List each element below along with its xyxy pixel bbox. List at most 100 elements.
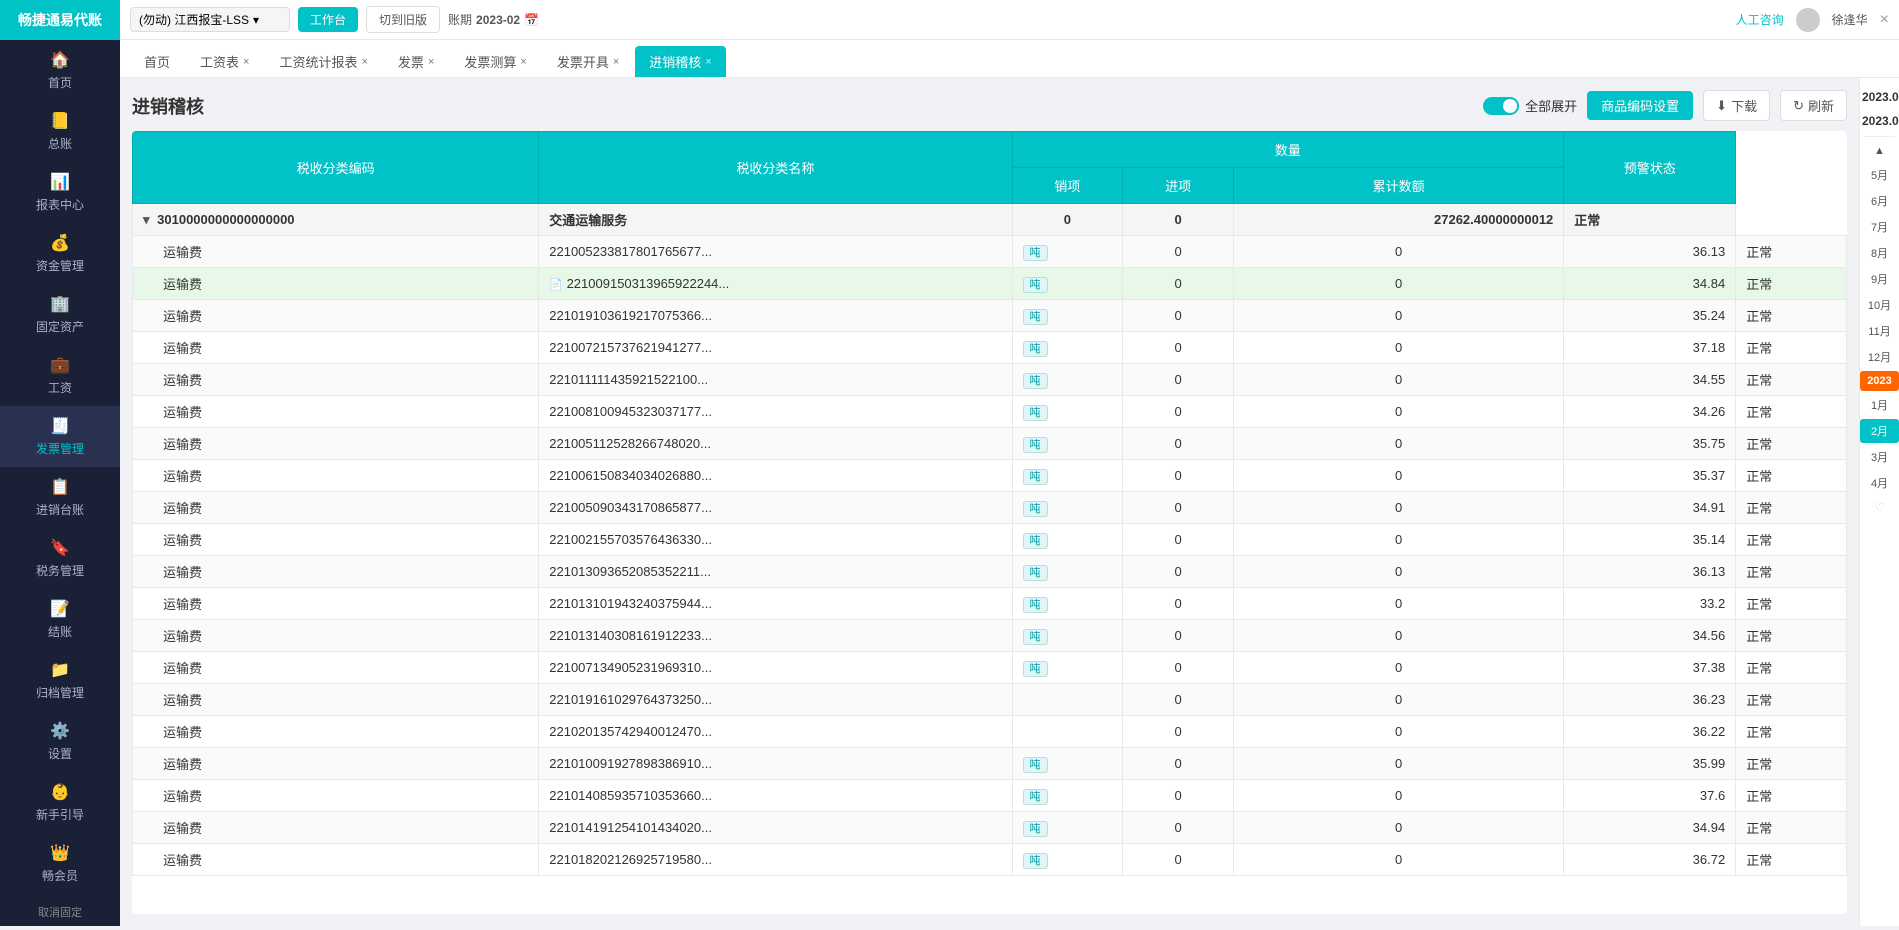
sidebar-item-purchase-label: 进销台账: [36, 501, 84, 518]
close-button[interactable]: ×: [1880, 11, 1889, 29]
expand-toggle[interactable]: 全部展开: [1483, 96, 1577, 115]
right-panel-month-11[interactable]: 11月: [1860, 319, 1899, 343]
page-content: 进销稽核 全部展开 商品编码设置 ⬇ 下载 ↻ 刷: [120, 78, 1859, 926]
right-panel-month-2[interactable]: 2月: [1860, 419, 1899, 443]
sidebar-item-payroll-label: 工资: [48, 379, 72, 396]
sidebar-item-report-center[interactable]: 📊 报表中心: [0, 162, 120, 223]
right-panel-month-8[interactable]: 8月: [1860, 241, 1899, 265]
row-purchase-1: 0: [1233, 268, 1563, 300]
right-panel-month-7[interactable]: 7月: [1860, 215, 1899, 239]
page-header: 进销稽核 全部展开 商品编码设置 ⬇ 下载 ↻ 刷: [132, 90, 1847, 121]
sidebar-item-tax-label: 税务管理: [36, 562, 84, 579]
tab-invoice-close[interactable]: ×: [428, 56, 434, 68]
tab-invoice-calc-close[interactable]: ×: [520, 56, 526, 68]
tab-purchase-sales-reconcile[interactable]: 进销稽核 ×: [635, 46, 725, 77]
tab-payroll[interactable]: 工资表 ×: [186, 46, 263, 77]
download-btn[interactable]: ⬇ 下载: [1703, 90, 1770, 121]
right-panel-month-1[interactable]: 1月: [1860, 393, 1899, 417]
sidebar-item-purchase-sales[interactable]: 📋 进销台账: [0, 467, 120, 528]
right-panel-month-9[interactable]: 9月: [1860, 267, 1899, 291]
company-selector[interactable]: (勿动) 江西报宝-LSS ▾: [130, 7, 290, 32]
report-icon: 📊: [50, 172, 70, 192]
calendar-icon[interactable]: 📅: [524, 13, 539, 27]
payroll-icon: 💼: [50, 355, 70, 375]
col-status: 预警状态: [1564, 132, 1736, 204]
tab-invoice[interactable]: 发票 ×: [384, 46, 448, 77]
table-row: 运输费 221018202126925719580... 吨 00 36.72正…: [133, 844, 1847, 876]
table-row: 运输费 221013101943240375944... 吨 00 33.2正常: [133, 588, 1847, 620]
download-label: 下载: [1731, 96, 1757, 115]
refresh-btn[interactable]: ↻ 刷新: [1780, 90, 1847, 121]
right-panel-year-2023[interactable]: 2023: [1860, 371, 1899, 391]
right-panel-month-6[interactable]: 6月: [1860, 189, 1899, 213]
tab-invoice-calc[interactable]: 发票测算 ×: [450, 46, 540, 77]
pin-toggle-label: 取消固定: [38, 904, 82, 920]
goods-code-btn[interactable]: 商品编码设置: [1587, 91, 1693, 120]
right-panel-month-5[interactable]: 5月: [1860, 163, 1899, 187]
tab-payroll-close[interactable]: ×: [243, 56, 249, 68]
table-row: 运输费 221005090343170865877... 吨 00 34.91正…: [133, 492, 1847, 524]
expand-icon[interactable]: ▾: [143, 212, 150, 227]
tab-home[interactable]: 首页: [130, 46, 184, 77]
support-button[interactable]: 人工咨询: [1736, 11, 1784, 28]
sidebar-item-home-label: 首页: [48, 74, 72, 91]
col-cumulative: 累计数额: [1233, 168, 1563, 204]
sidebar-item-invoice-mgmt[interactable]: 🧾 发票管理: [0, 406, 120, 467]
sidebar-item-member-label: 畅会员: [42, 867, 78, 884]
workbench-button[interactable]: 工作台: [298, 7, 358, 32]
sidebar-item-settings-label: 设置: [48, 745, 72, 762]
settings-icon: ⚙️: [50, 721, 70, 741]
archive-icon: 📁: [50, 660, 70, 680]
table-row: 运输费 221005233817801765677... 吨 0 0 36.13…: [133, 236, 1847, 268]
group-purchase: 0: [1123, 204, 1234, 236]
row-tag-0: 吨: [1012, 236, 1123, 268]
sidebar-item-home[interactable]: 🏠 首页: [0, 40, 120, 101]
sidebar-item-settings[interactable]: ⚙️ 设置: [0, 711, 120, 772]
sidebar-item-archive-label: 归档管理: [36, 684, 84, 701]
table-group-row: ▾ 3010000000000000000 交通运输服务 0 0 27262.4…: [133, 204, 1847, 236]
tab-payroll-report-close[interactable]: ×: [361, 56, 367, 68]
table-row: 运输费 221005112528266748020... 吨 00 35.75正…: [133, 428, 1847, 460]
right-panel-month-12[interactable]: 12月: [1860, 345, 1899, 369]
tab-home-label: 首页: [144, 52, 170, 71]
table-row: 运输费 221019161029764373250... 00 36.23正常: [133, 684, 1847, 716]
table-row: 运输费 221010091927898386910... 吨 00 35.99正…: [133, 748, 1847, 780]
toggle-track[interactable]: [1483, 97, 1519, 115]
sidebar-item-general-ledger[interactable]: 📒 总账: [0, 101, 120, 162]
page-title: 进销稽核: [132, 93, 204, 119]
right-panel-month-3[interactable]: 3月: [1860, 445, 1899, 469]
tab-invoice-issue-label: 发票开具: [557, 52, 609, 71]
user-name: 徐逢华: [1832, 11, 1868, 28]
right-panel-month-10[interactable]: 10月: [1860, 293, 1899, 317]
row-cumulative-1: 34.84: [1564, 268, 1736, 300]
sidebar-item-settlement[interactable]: 📝 结账: [0, 589, 120, 650]
sidebar-item-member[interactable]: 👑 畅会员: [0, 833, 120, 894]
col-quantity-group: 数量: [1012, 132, 1564, 168]
assets-icon: 🏢: [50, 294, 70, 314]
row-status-0: 正常: [1736, 236, 1847, 268]
sidebar-item-archive-mgmt[interactable]: 📁 归档管理: [0, 650, 120, 711]
sidebar-item-ledger-label: 总账: [48, 135, 72, 152]
switch-old-button[interactable]: 切到旧版: [366, 6, 440, 33]
tab-invoice-issue-close[interactable]: ×: [613, 56, 619, 68]
refresh-label: 刷新: [1808, 96, 1834, 115]
right-panel-up-arrow[interactable]: ▲: [1860, 141, 1899, 161]
sidebar-pin-toggle[interactable]: 取消固定: [0, 894, 120, 930]
user-avatar: [1796, 8, 1820, 32]
sidebar-item-fund-mgmt[interactable]: 💰 资金管理: [0, 223, 120, 284]
sidebar-item-new-guide[interactable]: 👶 新手引导: [0, 772, 120, 833]
sidebar-item-fixed-assets[interactable]: 🏢 固定资产: [0, 284, 120, 345]
row-sales-1: 0: [1123, 268, 1234, 300]
sidebar-item-payroll[interactable]: 💼 工资: [0, 345, 120, 406]
content-area: 进销稽核 全部展开 商品编码设置 ⬇ 下载 ↻ 刷: [120, 78, 1899, 926]
tab-reconcile-close[interactable]: ×: [705, 56, 711, 68]
tab-invoice-issue[interactable]: 发票开具 ×: [543, 46, 633, 77]
right-panel-month-4[interactable]: 4月: [1860, 471, 1899, 495]
sidebar-item-tax-mgmt[interactable]: 🔖 税务管理: [0, 528, 120, 589]
group-code: ▾ 3010000000000000000: [133, 204, 539, 236]
tab-payroll-report[interactable]: 工资统计报表 ×: [265, 46, 381, 77]
app-logo: 畅捷通易代账: [0, 0, 120, 40]
row-tag-1: 吨: [1012, 268, 1123, 300]
guide-icon: 👶: [50, 782, 70, 802]
toggle-thumb: [1503, 99, 1517, 113]
